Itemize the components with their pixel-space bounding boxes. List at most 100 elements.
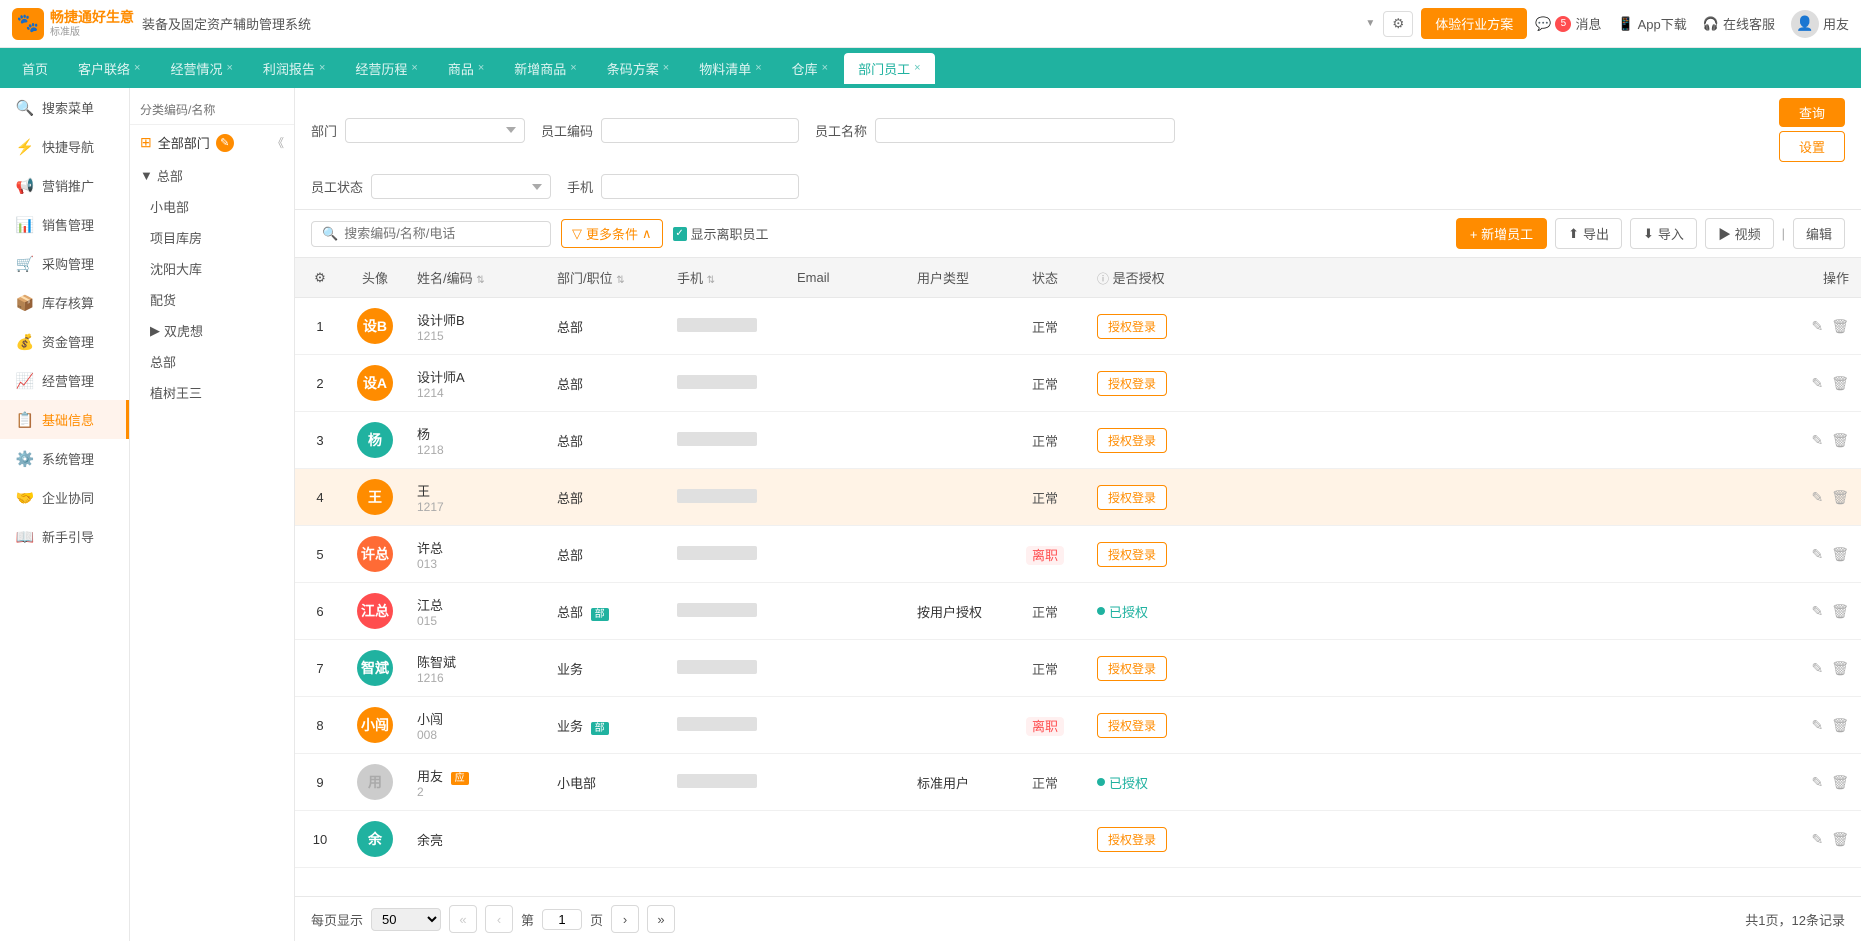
- cell-auth[interactable]: 授权登录: [1085, 298, 1205, 355]
- sidebar-item-销售管理[interactable]: 📊销售管理: [0, 205, 129, 244]
- dept-item-peihuo[interactable]: 配货: [130, 284, 294, 315]
- auth-button[interactable]: 授权登录: [1097, 542, 1167, 567]
- first-page-button[interactable]: «: [449, 905, 477, 933]
- prev-page-button[interactable]: ‹: [485, 905, 513, 933]
- sidebar-item-搜索菜单[interactable]: 🔍搜索菜单: [0, 88, 129, 127]
- edit-icon[interactable]: ✎: [1811, 546, 1823, 563]
- dept-item-zongbu[interactable]: 总部: [130, 346, 294, 377]
- auth-button[interactable]: 授权登录: [1097, 428, 1167, 453]
- nav-tab-客户联络[interactable]: 客户联络×: [64, 53, 154, 84]
- sidebar-item-经营管理[interactable]: 📈经营管理: [0, 361, 129, 400]
- edit-columns-button[interactable]: 编辑: [1793, 218, 1845, 249]
- dept-collapse-button[interactable]: 《: [272, 134, 284, 151]
- auth-button[interactable]: 授权登录: [1097, 713, 1167, 738]
- auth-button[interactable]: 授权登录: [1097, 314, 1167, 339]
- cell-auth[interactable]: 授权登录: [1085, 640, 1205, 697]
- filter-phone-input[interactable]: [601, 174, 799, 199]
- col-dept[interactable]: 部门/职位 ⇅: [545, 258, 665, 298]
- page-size-select[interactable]: 50 20 100: [371, 908, 441, 931]
- view-button[interactable]: ▶ 视频: [1705, 218, 1774, 249]
- sidebar-item-基础信息[interactable]: 📋基础信息: [0, 400, 129, 439]
- delete-icon[interactable]: 🗑: [1831, 831, 1849, 848]
- user-action[interactable]: 👤 用友: [1791, 10, 1849, 38]
- tab-close-icon[interactable]: ×: [914, 62, 920, 74]
- more-filter-button[interactable]: ▽ 更多条件 ∧: [561, 219, 663, 248]
- last-page-button[interactable]: »: [647, 905, 675, 933]
- tab-close-icon[interactable]: ×: [478, 62, 484, 74]
- nav-tab-条码方案[interactable]: 条码方案×: [593, 53, 683, 84]
- tab-close-icon[interactable]: ×: [755, 62, 761, 74]
- cell-auth[interactable]: 授权登录: [1085, 412, 1205, 469]
- nav-tab-经营历程[interactable]: 经营历程×: [341, 53, 431, 84]
- dept-tree-header[interactable]: ⊞ 全部部门 ✎ 《: [130, 125, 294, 160]
- cell-auth[interactable]: 授权登录: [1085, 697, 1205, 754]
- edit-icon[interactable]: ✎: [1811, 831, 1823, 848]
- sidebar-item-系统管理[interactable]: ⚙️系统管理: [0, 439, 129, 478]
- tab-close-icon[interactable]: ×: [822, 62, 828, 74]
- delete-icon[interactable]: 🗑: [1831, 660, 1849, 677]
- sidebar-item-企业协同[interactable]: 🤝企业协同: [0, 478, 129, 517]
- delete-icon[interactable]: 🗑: [1831, 546, 1849, 563]
- cell-auth[interactable]: 授权登录: [1085, 469, 1205, 526]
- sidebar-item-快捷导航[interactable]: ⚡快捷导航: [0, 127, 129, 166]
- next-page-button[interactable]: ›: [611, 905, 639, 933]
- edit-icon[interactable]: ✎: [1811, 489, 1823, 506]
- cell-auth[interactable]: 授权登录: [1085, 526, 1205, 583]
- filter-empcode-input[interactable]: [601, 118, 799, 143]
- sort-phone-icon[interactable]: ⇅: [707, 275, 715, 286]
- query-button[interactable]: 查询: [1779, 98, 1845, 127]
- sidebar-item-资金管理[interactable]: 💰资金管理: [0, 322, 129, 361]
- nav-tab-商品[interactable]: 商品×: [434, 53, 498, 84]
- dept-item-xiaodianbу[interactable]: 小电部: [130, 191, 294, 222]
- message-action[interactable]: 💬 5 消息: [1535, 14, 1601, 33]
- auth-button[interactable]: 授权登录: [1097, 485, 1167, 510]
- sidebar-item-库存核算[interactable]: 📦库存核算: [0, 283, 129, 322]
- delete-icon[interactable]: 🗑: [1831, 774, 1849, 791]
- show-resigned-toggle[interactable]: ✓ 显示离职员工: [673, 224, 769, 243]
- tab-close-icon[interactable]: ×: [570, 62, 576, 74]
- dept-edit-icon[interactable]: ✎: [216, 134, 234, 152]
- filter-dept-select[interactable]: [345, 118, 525, 143]
- dept-item-zongbu-root[interactable]: ▼ 总部: [130, 160, 294, 191]
- export-button[interactable]: ⬆ 导出: [1555, 218, 1622, 249]
- nav-tab-仓库[interactable]: 仓库×: [778, 53, 842, 84]
- auth-button[interactable]: 授权登录: [1097, 656, 1167, 681]
- dept-item-shenyang[interactable]: 沈阳大库: [130, 253, 294, 284]
- dept-item-xiangmu[interactable]: 项目库房: [130, 222, 294, 253]
- col-name[interactable]: 姓名/编码 ⇅: [405, 258, 545, 298]
- col-settings[interactable]: ⚙: [295, 258, 345, 298]
- delete-icon[interactable]: 🗑: [1831, 432, 1849, 449]
- edit-icon[interactable]: ✎: [1811, 603, 1823, 620]
- delete-icon[interactable]: 🗑: [1831, 717, 1849, 734]
- sort-name-icon[interactable]: ⇅: [476, 275, 484, 286]
- nav-tab-物料清单[interactable]: 物料清单×: [685, 53, 775, 84]
- import-button[interactable]: ⬇ 导入: [1630, 218, 1697, 249]
- online-service-action[interactable]: 🎧 在线客服: [1703, 14, 1775, 33]
- system-dropdown-arrow[interactable]: ▼: [1365, 18, 1375, 29]
- tab-close-icon[interactable]: ×: [411, 62, 417, 74]
- delete-icon[interactable]: 🗑: [1831, 603, 1849, 620]
- cell-auth[interactable]: 授权登录: [1085, 811, 1205, 868]
- set-button[interactable]: 设置: [1779, 131, 1845, 162]
- delete-icon[interactable]: 🗑: [1831, 375, 1849, 392]
- nav-tab-新增商品[interactable]: 新增商品×: [500, 53, 590, 84]
- delete-icon[interactable]: 🗑: [1831, 318, 1849, 335]
- filter-empname-input[interactable]: [875, 118, 1175, 143]
- col-phone[interactable]: 手机 ⇅: [665, 258, 785, 298]
- nav-tab-部门员工[interactable]: 部门员工×: [844, 53, 934, 84]
- edit-icon[interactable]: ✎: [1811, 660, 1823, 677]
- tab-close-icon[interactable]: ×: [226, 62, 232, 74]
- search-input[interactable]: [344, 226, 540, 241]
- delete-icon[interactable]: 🗑: [1831, 489, 1849, 506]
- edit-icon[interactable]: ✎: [1811, 774, 1823, 791]
- page-number-input[interactable]: [542, 909, 582, 930]
- auth-button[interactable]: 授权登录: [1097, 827, 1167, 852]
- experience-button[interactable]: 体验行业方案: [1421, 8, 1527, 39]
- sort-dept-icon[interactable]: ⇅: [616, 275, 624, 286]
- filter-empstatus-select[interactable]: [371, 174, 551, 199]
- edit-icon[interactable]: ✎: [1811, 375, 1823, 392]
- dept-search-input[interactable]: [140, 103, 295, 117]
- tab-close-icon[interactable]: ×: [319, 62, 325, 74]
- edit-icon[interactable]: ✎: [1811, 432, 1823, 449]
- tab-close-icon[interactable]: ×: [134, 62, 140, 74]
